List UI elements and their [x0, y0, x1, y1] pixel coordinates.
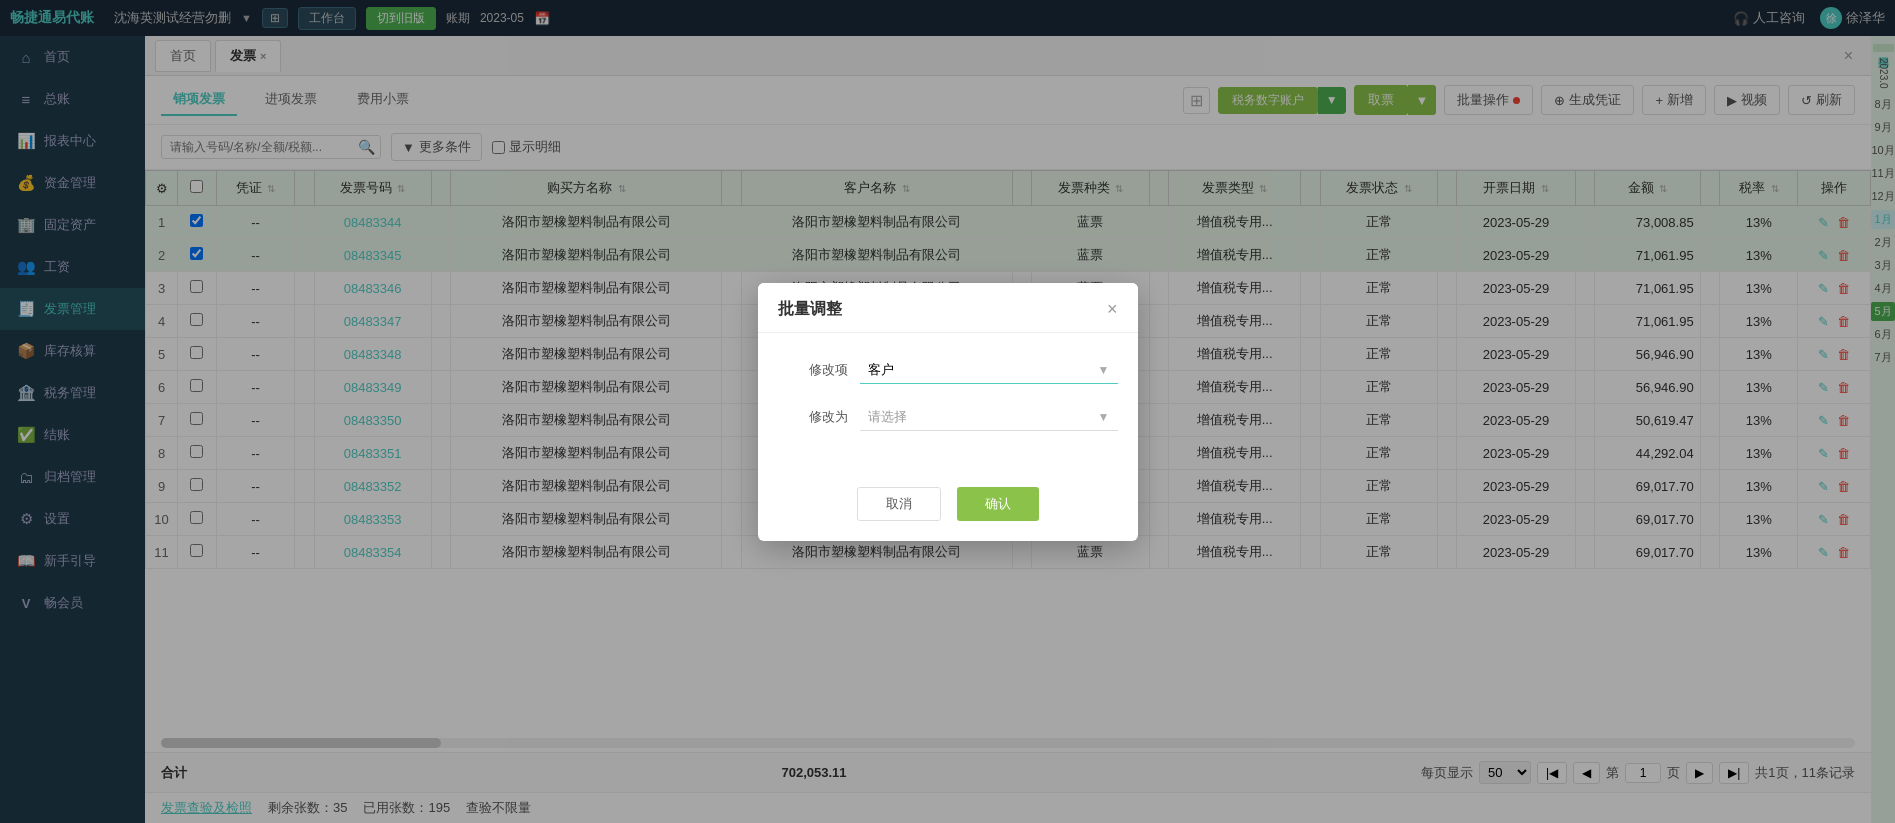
- modal-overlay[interactable]: 批量调整 × 修改项 客户 ▼ 修改为 请选择 ▼ 取消 确认: [0, 0, 1895, 823]
- modal-header: 批量调整 ×: [758, 283, 1138, 333]
- cancel-button[interactable]: 取消: [857, 487, 941, 521]
- modal-footer: 取消 确认: [758, 475, 1138, 541]
- modify-field-value: 客户: [868, 361, 894, 379]
- modify-to-label: 修改为: [778, 408, 848, 426]
- modal-body: 修改项 客户 ▼ 修改为 请选择 ▼: [758, 333, 1138, 475]
- modify-field-select[interactable]: 客户 ▼: [860, 357, 1118, 384]
- modal-close-button[interactable]: ×: [1107, 299, 1118, 320]
- to-dropdown-icon: ▼: [1098, 410, 1110, 424]
- modal-title: 批量调整: [778, 299, 842, 320]
- confirm-button[interactable]: 确认: [957, 487, 1039, 521]
- modify-to-placeholder: 请选择: [868, 408, 907, 426]
- modify-field-label: 修改项: [778, 361, 848, 379]
- batch-adjust-modal: 批量调整 × 修改项 客户 ▼ 修改为 请选择 ▼ 取消 确认: [758, 283, 1138, 541]
- modify-to-row: 修改为 请选择 ▼: [778, 404, 1118, 431]
- modify-to-select[interactable]: 请选择 ▼: [860, 404, 1118, 431]
- field-dropdown-icon: ▼: [1098, 363, 1110, 377]
- modify-field-row: 修改项 客户 ▼: [778, 357, 1118, 384]
